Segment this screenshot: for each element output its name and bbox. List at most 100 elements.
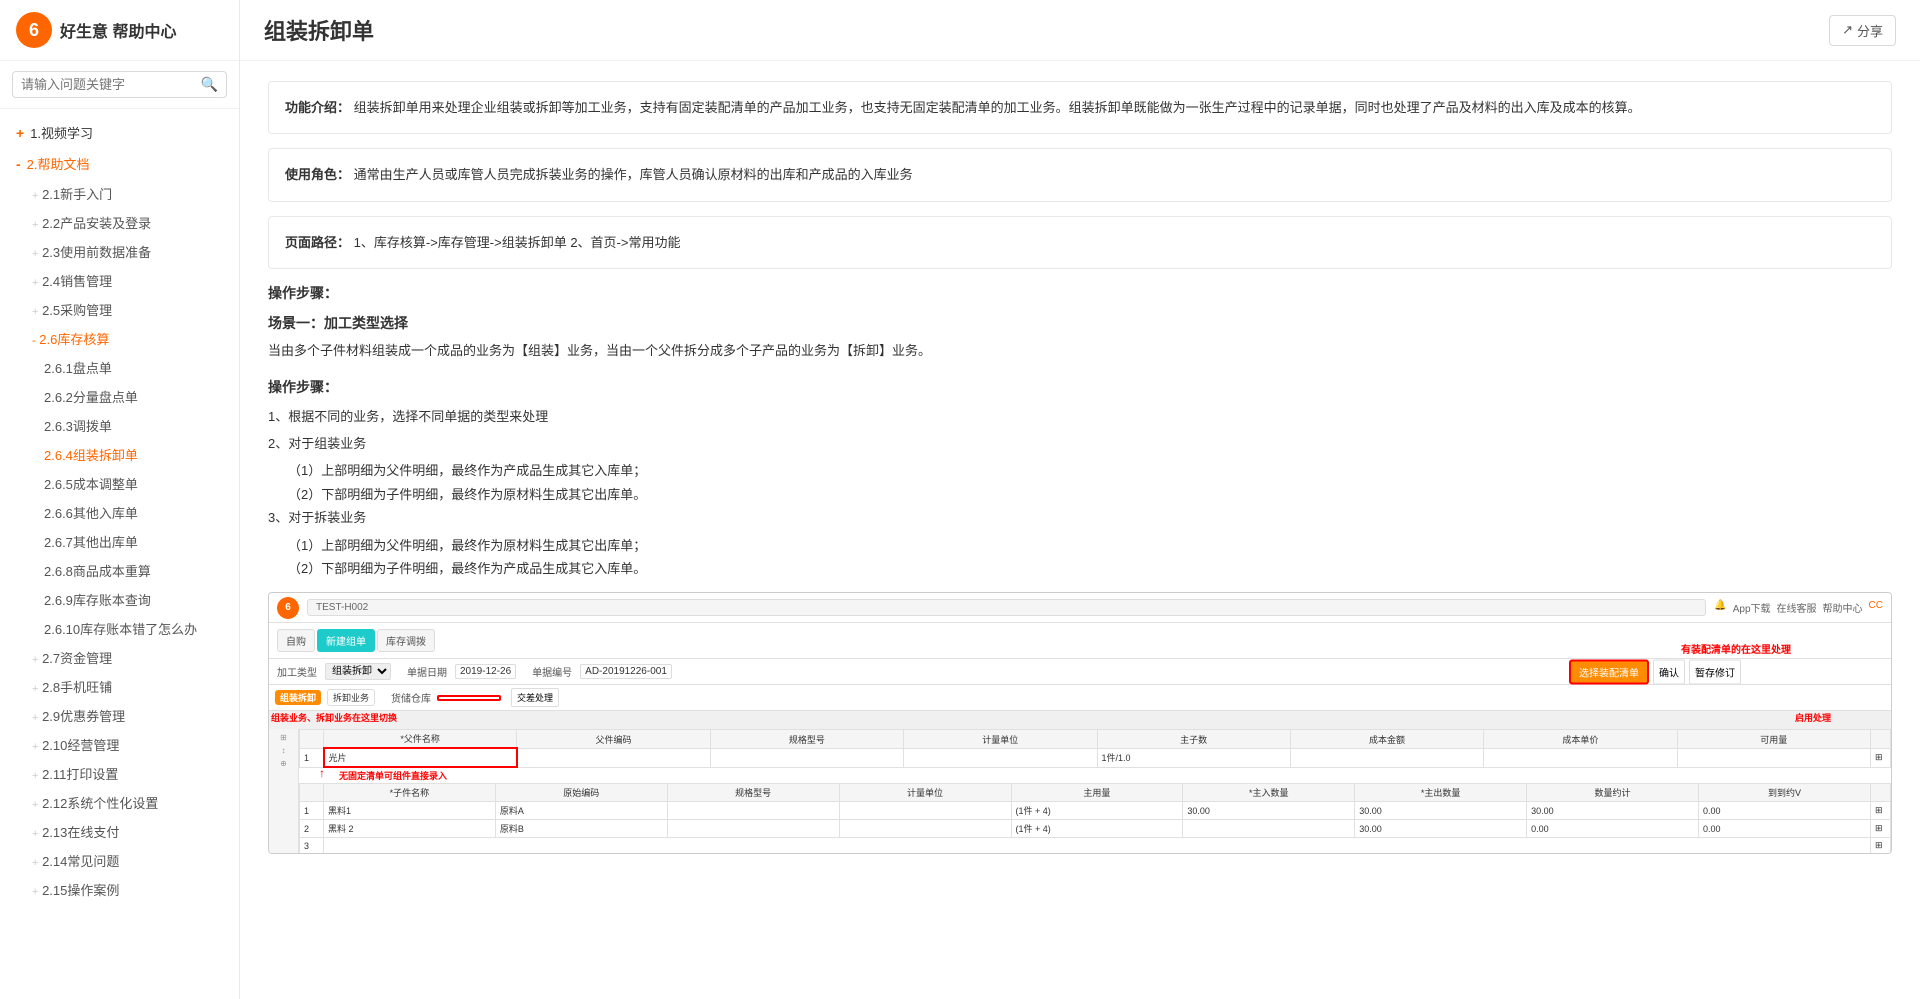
sidebar-item-payment[interactable]: + 2.13在线支付 — [0, 817, 239, 846]
expand-icon-28: + — [32, 683, 38, 695]
expand-icon-24: + — [32, 277, 38, 289]
sidebar-item-cost-adjust[interactable]: 2.6.5成本调整单 — [0, 469, 239, 498]
collapse-icon-26: - — [32, 335, 36, 347]
inner-main-content: ⊞ ↕ ⊕ *父件名称 父件编码 — [269, 729, 1891, 854]
sidebar-item-cases[interactable]: + 2.15操作案例 — [0, 875, 239, 904]
annotation-direct: 无固定清单可组件直接录入 ↑ — [299, 768, 1891, 783]
inner-nav-zg[interactable]: 自购 — [277, 629, 315, 652]
content-area: 功能介绍： 组装拆卸单用来处理企业组装或拆卸等加工业务，支持有固定装配清单的产品… — [240, 61, 1920, 999]
nav-section-1: + 1.视频学习 — [0, 117, 239, 148]
sidebar-item-sales[interactable]: + 2.4销售管理 — [0, 266, 239, 295]
sub-step-assemble-2: （2）下部明细为子件明细，最终作为原材料生成其它出库单。 — [268, 483, 1892, 506]
search-box[interactable]: 🔍 — [12, 71, 227, 98]
page-title: 组装拆卸单 — [264, 14, 374, 46]
expand-icon-210: + — [32, 741, 38, 753]
path-block: 页面路径： 1、库存核算->库存管理->组装拆卸单 2、首页->常用功能 — [268, 216, 1892, 269]
sub-item-23-label: 2.3使用前数据准备 — [42, 245, 151, 260]
sidebar-item-purchase[interactable]: + 2.5采购管理 — [0, 295, 239, 324]
inner-parent-table: *父件名称 父件编码 规格型号 计量单位 主子数 成本金额 成本单价 可用量 — [299, 729, 1891, 768]
sub-item-21-label: 2.1新手入门 — [42, 187, 112, 202]
share-icon: ↗ — [1842, 22, 1853, 38]
inner-warehouse-field — [437, 695, 501, 701]
sidebar-item-inventory[interactable]: - 2.6库存核算 — [0, 324, 239, 353]
inner-confirm-btn[interactable]: 确认 — [1653, 659, 1685, 684]
sidebar-item-install[interactable]: + 2.2产品安装及登录 — [0, 208, 239, 237]
inner-form-toolbar: 加工类型 组装拆卸 拆卸拆卸 单据日期 2019-12-26 单据编号 AD-2… — [269, 659, 1891, 685]
inner-nav-new[interactable]: 新建组单 — [317, 629, 375, 652]
sidebar-item-stocktake[interactable]: 2.6.1盘点单 — [0, 353, 239, 382]
path-label: 页面路径： — [285, 235, 350, 250]
sidebar-item-help-docs[interactable]: - 2.帮助文档 — [0, 148, 239, 179]
search-icon[interactable]: 🔍 — [201, 76, 218, 93]
sidebar-item-ledger-fix[interactable]: 2.6.10库存账本错了怎么办 — [0, 614, 239, 643]
logo-area: 6 好生意 帮助中心 — [0, 0, 239, 61]
inner-nav-bar: 自购 新建组单 库存调拨 — [269, 623, 1891, 659]
inner-child-table: *子件名称 原始编码 规格型号 计量单位 主用量 *主入数量 *主出数量 数量约… — [299, 783, 1891, 854]
sidebar-item-assembly[interactable]: 2.6.4组装拆卸单 — [0, 440, 239, 469]
sub-item-25-label: 2.5采购管理 — [42, 303, 112, 318]
inner-topbar: 6 TEST-H002 🔔 App下载 在线客服 帮助中心 CC — [269, 593, 1891, 623]
inner-save-btn[interactable]: 暂存修订 — [1689, 659, 1741, 684]
app-name: 好生意 帮助中心 — [60, 18, 176, 42]
scene1-steps-title: 操作步骤： — [268, 377, 1892, 397]
expand-icon-1: + — [16, 125, 24, 141]
inner-select-bom-btn[interactable]: 选择装配清单 — [1569, 659, 1649, 684]
sidebar-item-mobile[interactable]: + 2.8手机旺铺 — [0, 672, 239, 701]
app-logo-icon: 6 — [16, 12, 52, 48]
expand-icon-214: + — [32, 857, 38, 869]
sidebar-item-video-learning[interactable]: + 1.视频学习 — [0, 117, 239, 148]
sub-item-22-label: 2.2产品安装及登录 — [42, 216, 151, 231]
sidebar: 6 好生意 帮助中心 🔍 + 1.视频学习 - 2.帮助文档 + 2.1新手入门 — [0, 0, 240, 999]
sidebar-item-beginner[interactable]: + 2.1新手入门 — [0, 179, 239, 208]
table-row: 1 光片 1件/1.0 ⊞ — [300, 748, 1891, 767]
inner-assembly-badge: 组装拆卸 — [275, 690, 321, 705]
table-row: 2 黑料 2 原料B (1件 + 4) 30.00 0.00 0.00 — [300, 820, 1891, 838]
inner-url-bar: TEST-H002 — [307, 599, 1706, 616]
inner-left-icon-1[interactable]: ⊞ — [280, 733, 287, 742]
inner-nav-transfer[interactable]: 库存调拨 — [377, 629, 435, 652]
sub-step-dis-2: （2）下部明细为子件明细，最终作为产成品生成其它入库单。 — [268, 557, 1892, 580]
sub-step-assemble-1: （1）上部明细为父件明细，最终作为产成品生成其它入库单； — [268, 459, 1892, 482]
inner-app-logo: 6 — [277, 597, 299, 619]
inner-child-table-header: *子件名称 原始编码 规格型号 计量单位 主用量 *主入数量 *主出数量 数量约… — [300, 784, 1891, 802]
inner-disassembly-badge: 拆卸业务 — [327, 689, 375, 706]
expand-icon-213: + — [32, 828, 38, 840]
scene1-title: 场景一：加工类型选择 — [268, 313, 1892, 333]
search-input[interactable] — [21, 77, 201, 92]
sidebar-item-coupon[interactable]: + 2.9优惠券管理 — [0, 701, 239, 730]
sidebar-item-cost-recalc[interactable]: 2.6.8商品成本重算 — [0, 556, 239, 585]
section-2-label: 2.帮助文档 — [27, 154, 90, 173]
sidebar-item-data-prep[interactable]: + 2.3使用前数据准备 — [0, 237, 239, 266]
inner-type-toolbar: 组装拆卸 拆卸业务 货储仓库 交差处理 组装业务、拆卸业务在这里切换 启用处理 — [269, 685, 1891, 711]
expand-icon-25: + — [32, 306, 38, 318]
sidebar-item-print[interactable]: + 2.11打印设置 — [0, 759, 239, 788]
sidebar-item-other-out[interactable]: 2.6.7其他出库单 — [0, 527, 239, 556]
inner-left-icon-3[interactable]: ⊕ — [280, 759, 287, 768]
step-3: 3、对于拆装业务 — [268, 506, 1892, 529]
sub-item-24-label: 2.4销售管理 — [42, 274, 112, 289]
sidebar-item-customize[interactable]: + 2.12系统个性化设置 — [0, 788, 239, 817]
inner-apply-btn[interactable]: 交差处理 — [511, 688, 559, 707]
sidebar-item-ops[interactable]: + 2.10经营管理 — [0, 730, 239, 759]
sidebar-item-finance[interactable]: + 2.7资金管理 — [0, 643, 239, 672]
sidebar-item-other-in[interactable]: 2.6.6其他入库单 — [0, 498, 239, 527]
sidebar-item-partial-stocktake[interactable]: 2.6.2分量盘点单 — [0, 382, 239, 411]
sidebar-item-transfer[interactable]: 2.6.3调拨单 — [0, 411, 239, 440]
sub-item-26-label: 2.6库存核算 — [39, 332, 109, 347]
inner-left-icon-2[interactable]: ↕ — [282, 746, 286, 755]
sidebar-item-ledger-query[interactable]: 2.6.9库存账本查询 — [0, 585, 239, 614]
expand-icon-215: + — [32, 886, 38, 898]
inner-bom-buttons: 选择装配清单 确认 暂存修订 — [1569, 659, 1741, 684]
scene1-desc: 当由多个子件材料组装成一个成品的业务为【组装】业务，当由一个父件拆分成多个子产品… — [268, 339, 1892, 362]
step-1: 1、根据不同的业务，选择不同单据的类型来处理 — [268, 405, 1892, 428]
inner-app-screenshot: 6 TEST-H002 🔔 App下载 在线客服 帮助中心 CC — [269, 593, 1891, 853]
sidebar-item-faq[interactable]: + 2.14常见问题 — [0, 846, 239, 875]
inner-nav-buttons: 自购 新建组单 库存调拨 — [277, 629, 435, 652]
table-row: 1 黑料1 原料A (1件 + 4) 30.00 30.00 30.00 — [300, 802, 1891, 820]
inner-type-select[interactable]: 组装拆卸 拆卸拆卸 — [325, 663, 391, 680]
table-row: 4⊞ — [300, 854, 1891, 855]
share-button[interactable]: ↗ 分享 — [1829, 15, 1896, 46]
expand-icon-21: + — [32, 190, 38, 202]
annotation-switch: 组装业务、拆卸业务在这里切换 — [271, 711, 397, 724]
expand-icon-27: + — [32, 654, 38, 666]
